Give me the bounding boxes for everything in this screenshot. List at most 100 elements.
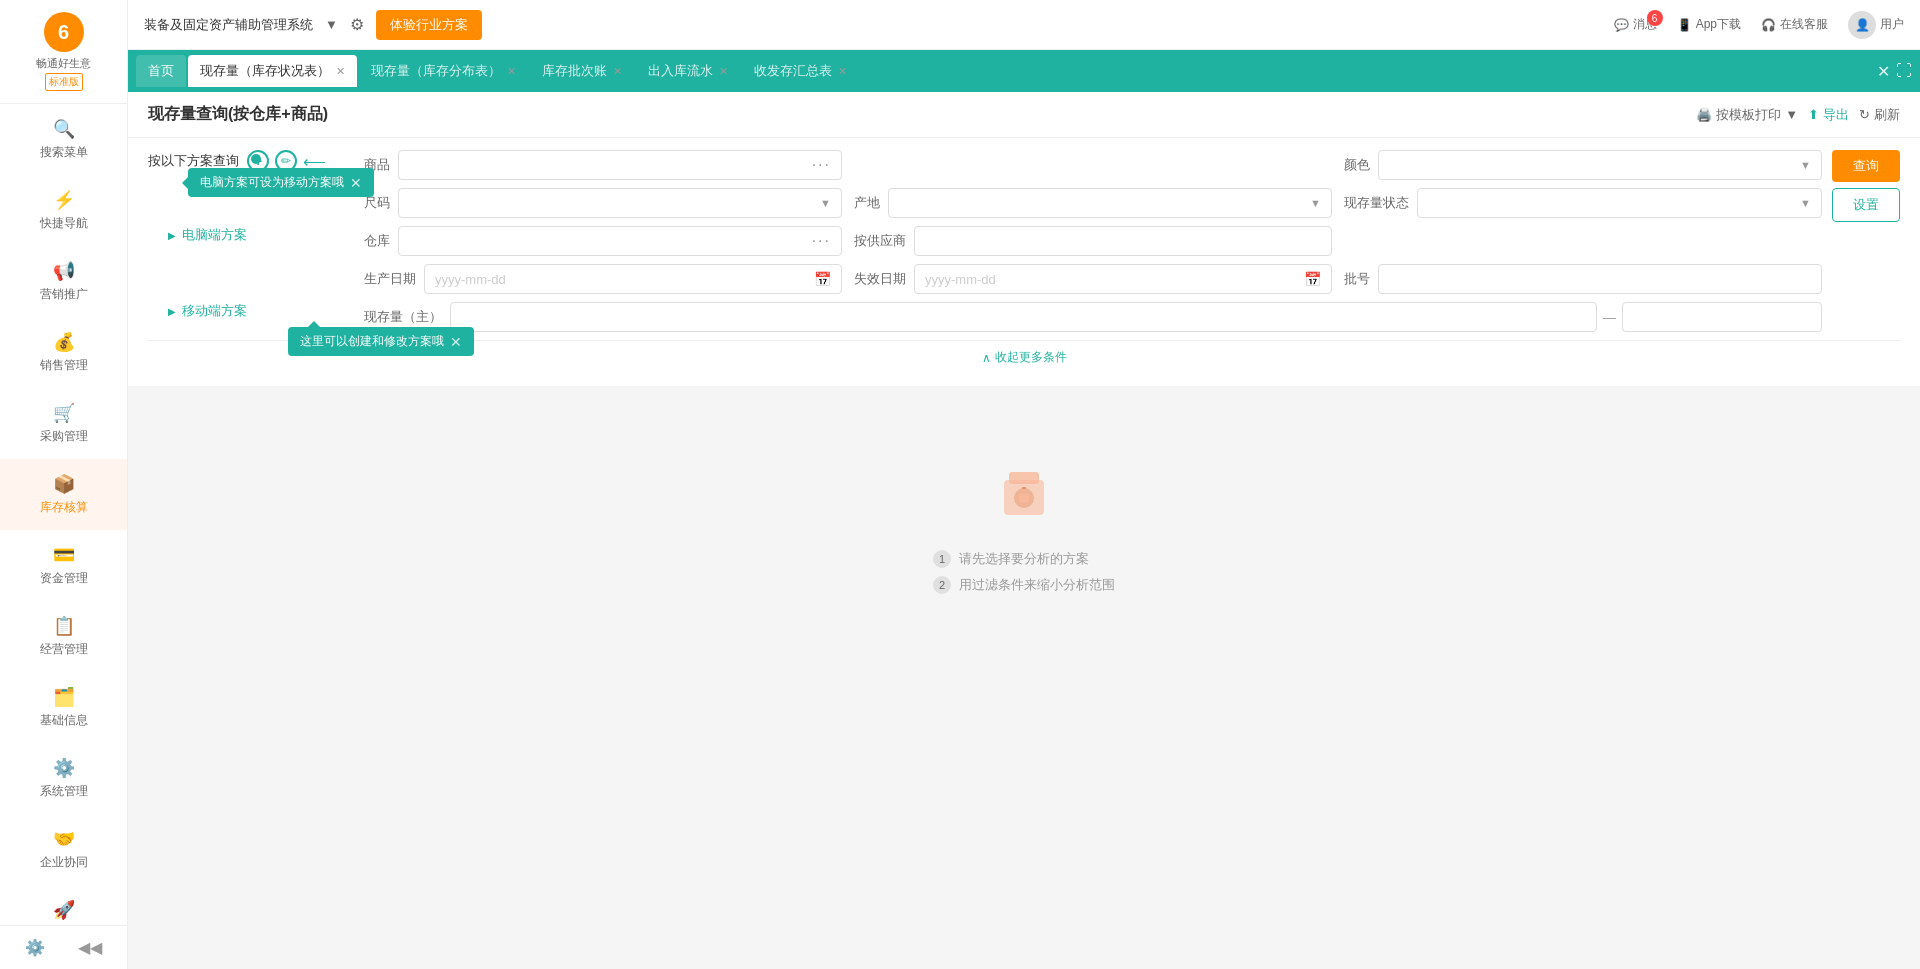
dot-indicator <box>251 154 261 164</box>
header-left: 装备及固定资产辅助管理系统 ▼ ⚙ 体验行业方案 <box>144 10 482 40</box>
tooltip-close-1[interactable]: ✕ <box>350 175 362 191</box>
scheme-item-pc[interactable]: ▶ 电脑端方案 <box>168 222 348 248</box>
export-btn[interactable]: ⬆ 导出 <box>1808 106 1849 124</box>
app-download-btn[interactable]: 📱 App下载 <box>1677 16 1741 33</box>
sidebar-item-inventory[interactable]: 📦 库存核算 <box>0 459 127 530</box>
scheme-mobile-label: 移动端方案 <box>182 302 247 320</box>
sidebar-logo[interactable]: 6 畅通好生意 标准版 <box>0 0 127 104</box>
sidebar-item-newbie[interactable]: 🚀 新手引导 <box>0 885 127 925</box>
tab-close-icon[interactable]: ✕ <box>613 65 622 78</box>
fullscreen-btn[interactable]: ⛶ <box>1896 62 1912 81</box>
settings-bottom-btn[interactable]: ⚙️ <box>25 938 45 957</box>
filter-col-size: 尺码 ▼ <box>364 188 842 218</box>
status-select[interactable]: ▼ <box>1417 188 1822 218</box>
inventory-icon: 📦 <box>53 473 75 495</box>
operation-icon: 📋 <box>53 615 75 637</box>
set-btn[interactable]: 设置 <box>1832 188 1900 222</box>
batch-input[interactable] <box>1378 264 1822 294</box>
tab-close-icon[interactable]: ✕ <box>507 65 516 78</box>
system-name: 装备及固定资产辅助管理系统 <box>144 16 313 34</box>
tooltip-close-2[interactable]: ✕ <box>450 334 462 350</box>
goods-select[interactable]: ··· <box>398 150 842 180</box>
online-support-btn[interactable]: 🎧 在线客服 <box>1761 16 1828 33</box>
inventory-min-input[interactable] <box>450 302 1597 332</box>
print-btn[interactable]: 🖨️ 按模板打印 ▼ <box>1696 106 1798 124</box>
tab-home[interactable]: 首页 <box>136 55 186 87</box>
tab-close-icon[interactable]: ✕ <box>719 65 728 78</box>
sidebar-item-search[interactable]: 🔍 搜索菜单 <box>0 104 127 175</box>
tab-bar: 首页 现存量（库存状况表） ✕ 现存量（库存分布表） ✕ 库存批次账 ✕ 出入库… <box>128 50 1920 92</box>
home-tab-label: 首页 <box>148 62 174 80</box>
top-header: 装备及固定资产辅助管理系统 ▼ ⚙ 体验行业方案 💬 消息 6 📱 App下载 <box>128 0 1920 50</box>
warehouse-more-icon[interactable]: ··· <box>812 232 831 250</box>
tab-inventory-status[interactable]: 现存量（库存状况表） ✕ <box>188 55 357 87</box>
sidebar-item-finance[interactable]: 💳 资金管理 <box>0 530 127 601</box>
hint-num-1: 1 <box>933 550 951 568</box>
print-dropdown-icon: ▼ <box>1785 107 1798 122</box>
logo-text: 畅通好生意 <box>36 56 91 71</box>
produce-date-placeholder: yyyy-mm-dd <box>435 272 814 287</box>
refresh-btn[interactable]: ↻ 刷新 <box>1859 106 1900 124</box>
goods-more-icon[interactable]: ··· <box>812 156 831 174</box>
empty-hint-1: 1 请先选择要分析的方案 <box>933 550 1115 568</box>
system-icon: ⚙️ <box>53 757 75 779</box>
sidebar-item-purchase[interactable]: 🛒 采购管理 <box>0 388 127 459</box>
sidebar-item-sales[interactable]: 💰 销售管理 <box>0 317 127 388</box>
messages-btn[interactable]: 💬 消息 6 <box>1614 16 1657 33</box>
sidebar-item-label: 搜索菜单 <box>40 144 88 161</box>
search-btn[interactable]: 查询 <box>1832 150 1900 182</box>
logo-tag: 标准版 <box>45 73 83 91</box>
system-dropdown-btn[interactable]: ▼ <box>325 17 338 32</box>
inventory-max-input[interactable] <box>1622 302 1822 332</box>
refresh-label: 刷新 <box>1874 106 1900 124</box>
support-icon: 🎧 <box>1761 18 1776 32</box>
user-btn[interactable]: 👤 用户 <box>1848 11 1904 39</box>
tab-inventory-dist[interactable]: 现存量（库存分布表） ✕ <box>359 55 528 87</box>
create-tooltip-wrapper: 这里可以创建和修改方案哦 ✕ <box>268 323 474 356</box>
sidebar-item-basic-info[interactable]: 🗂️ 基础信息 <box>0 672 127 743</box>
warehouse-select[interactable]: ··· <box>398 226 842 256</box>
origin-label: 产地 <box>854 194 880 212</box>
color-label: 颜色 <box>1344 156 1370 174</box>
tab-close-icon[interactable]: ✕ <box>336 65 345 78</box>
sidebar-item-operation[interactable]: 📋 经营管理 <box>0 601 127 672</box>
collapse-sidebar-btn[interactable]: ◀◀ <box>78 938 102 957</box>
trial-btn[interactable]: 体验行业方案 <box>376 10 482 40</box>
marketing-icon: 📢 <box>53 260 75 282</box>
hint-num-2: 2 <box>933 576 951 594</box>
size-select[interactable]: ▼ <box>398 188 842 218</box>
chevron-right-icon: ▶ <box>168 230 176 241</box>
sidebar-item-system[interactable]: ⚙️ 系统管理 <box>0 743 127 814</box>
printer-icon: 🖨️ <box>1696 107 1712 122</box>
finance-icon: 💳 <box>53 544 75 566</box>
page-actions: 🖨️ 按模板打印 ▼ ⬆ 导出 ↻ 刷新 <box>1696 106 1900 124</box>
sidebar-item-quick-nav[interactable]: ⚡ 快捷导航 <box>0 175 127 246</box>
supplier-select[interactable] <box>914 226 1332 256</box>
tab-in-out-flow[interactable]: 出入库流水 ✕ <box>636 55 740 87</box>
tooltip-scheme-hint: 电脑方案可设为移动方案哦 ✕ <box>188 168 374 197</box>
produce-date-input[interactable]: yyyy-mm-dd 📅 <box>424 264 842 294</box>
expire-date-placeholder: yyyy-mm-dd <box>925 272 1304 287</box>
sidebar-item-label: 快捷导航 <box>40 215 88 232</box>
sidebar-item-label: 企业协同 <box>40 854 88 871</box>
color-select[interactable]: ▼ <box>1378 150 1822 180</box>
header-settings-btn[interactable]: ⚙ <box>350 15 364 34</box>
close-all-tabs-btn[interactable]: ✕ <box>1877 62 1890 81</box>
tooltip-text-2: 这里可以创建和修改方案哦 <box>300 333 444 350</box>
user-label: 用户 <box>1880 16 1904 33</box>
phone-icon: 📱 <box>1677 18 1692 32</box>
tab-batch-ledger[interactable]: 库存批次账 ✕ <box>530 55 634 87</box>
sidebar-item-label: 系统管理 <box>40 783 88 800</box>
expire-date-input[interactable]: yyyy-mm-dd 📅 <box>914 264 1332 294</box>
sales-icon: 💰 <box>53 331 75 353</box>
origin-select[interactable]: ▼ <box>888 188 1332 218</box>
inventory-range: — <box>450 302 1822 332</box>
tab-close-icon[interactable]: ✕ <box>838 65 847 78</box>
expire-date-label: 失效日期 <box>854 270 906 288</box>
sidebar-item-enterprise[interactable]: 🤝 企业协同 <box>0 814 127 885</box>
scheme-item-mobile[interactable]: ▶ 移动端方案 <box>168 298 348 324</box>
search-icon: 🔍 <box>53 118 75 140</box>
tab-stock-summary[interactable]: 收发存汇总表 ✕ <box>742 55 859 87</box>
sidebar-item-label: 资金管理 <box>40 570 88 587</box>
sidebar-item-marketing[interactable]: 📢 营销推广 <box>0 246 127 317</box>
